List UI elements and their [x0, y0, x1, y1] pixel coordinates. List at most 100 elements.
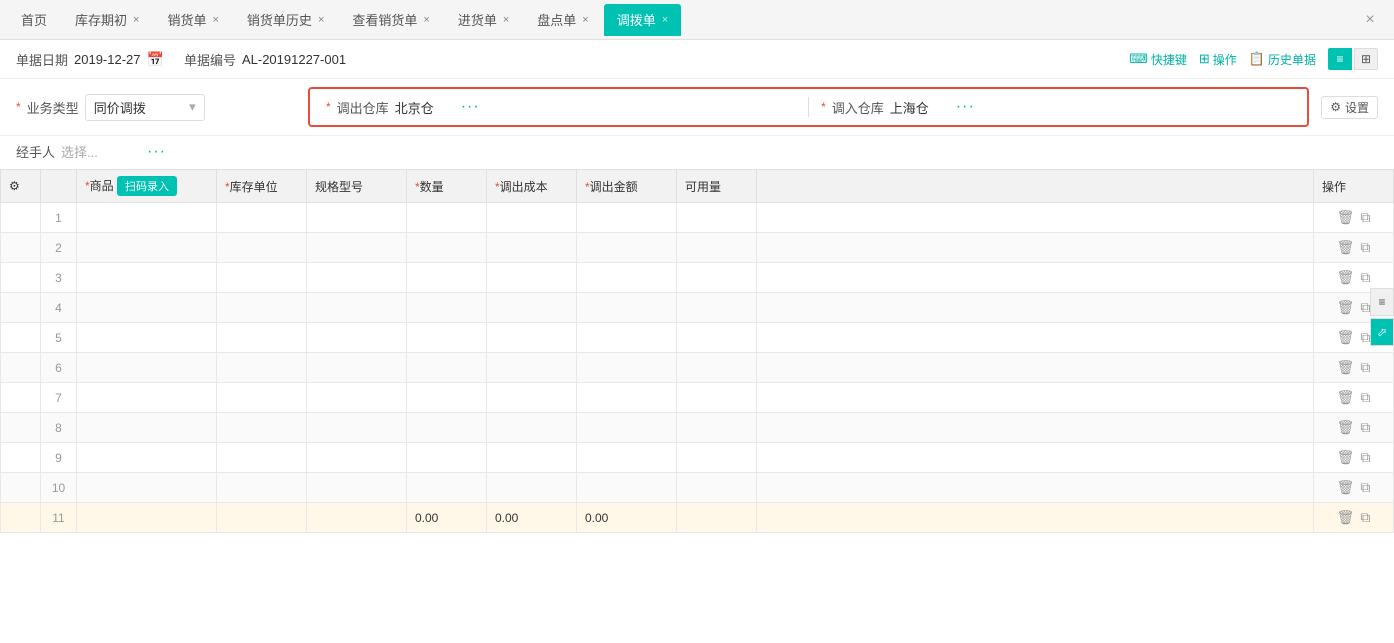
row-unit-8[interactable]	[217, 413, 307, 443]
copy-icon-2[interactable]: ⧉	[1360, 239, 1370, 256]
row-cost-8[interactable]	[487, 413, 577, 443]
tab-sales-order-close[interactable]: ×	[212, 14, 218, 26]
row-amount-5[interactable]	[577, 323, 677, 353]
row-goods-6[interactable]	[77, 353, 217, 383]
tab-purchase-order[interactable]: 进货单 ×	[445, 4, 522, 36]
row-unit-9[interactable]	[217, 443, 307, 473]
delete-icon-4[interactable]: 🗑	[1337, 299, 1355, 316]
row-amount-1[interactable]	[577, 203, 677, 233]
row-qty-6[interactable]	[407, 353, 487, 383]
row-unit-2[interactable]	[217, 233, 307, 263]
row-cost-2[interactable]	[487, 233, 577, 263]
col-header-gear[interactable]: ⚙	[1, 170, 41, 203]
copy-icon-8[interactable]: ⧉	[1360, 419, 1370, 436]
gear-icon[interactable]: ⚙	[9, 179, 20, 193]
row-goods-3[interactable]	[77, 263, 217, 293]
shortcut-key-button[interactable]: ⌨ 快捷键	[1129, 51, 1187, 68]
row-spec-10[interactable]	[307, 473, 407, 503]
row-unit-5[interactable]	[217, 323, 307, 353]
row-cost-3[interactable]	[487, 263, 577, 293]
row-goods-4[interactable]	[77, 293, 217, 323]
copy-icon-5[interactable]: ⧉	[1360, 329, 1370, 346]
delete-icon-3[interactable]: 🗑	[1337, 269, 1355, 286]
copy-icon-1[interactable]: ⧉	[1360, 209, 1370, 226]
row-spec-11[interactable]	[307, 503, 407, 533]
tab-inventory-init[interactable]: 库存期初 ×	[62, 4, 152, 36]
tab-home[interactable]: 首页	[8, 4, 60, 36]
delete-icon-9[interactable]: 🗑	[1337, 449, 1355, 466]
row-cost-5[interactable]	[487, 323, 577, 353]
delete-icon-11[interactable]: 🗑	[1337, 509, 1355, 526]
row-amount-8[interactable]	[577, 413, 677, 443]
tab-transfer-order[interactable]: 调拨单 ×	[604, 4, 681, 36]
row-goods-7[interactable]	[77, 383, 217, 413]
row-cost-6[interactable]	[487, 353, 577, 383]
row-qty-3[interactable]	[407, 263, 487, 293]
row-spec-7[interactable]	[307, 383, 407, 413]
row-cost-7[interactable]	[487, 383, 577, 413]
delete-icon-2[interactable]: 🗑	[1337, 239, 1355, 256]
row-spec-1[interactable]	[307, 203, 407, 233]
row-goods-11[interactable]	[77, 503, 217, 533]
row-unit-3[interactable]	[217, 263, 307, 293]
row-unit-7[interactable]	[217, 383, 307, 413]
row-gear-1[interactable]	[1, 203, 41, 233]
row-qty-10[interactable]	[407, 473, 487, 503]
row-amount-10[interactable]	[577, 473, 677, 503]
row-amount-7[interactable]	[577, 383, 677, 413]
row-spec-3[interactable]	[307, 263, 407, 293]
delete-icon-1[interactable]: 🗑	[1337, 209, 1355, 226]
copy-icon-11[interactable]: ⧉	[1360, 509, 1370, 526]
row-unit-4[interactable]	[217, 293, 307, 323]
row-gear-6[interactable]	[1, 353, 41, 383]
row-unit-11[interactable]	[217, 503, 307, 533]
row-goods-5[interactable]	[77, 323, 217, 353]
copy-icon-9[interactable]: ⧉	[1360, 449, 1370, 466]
row-spec-4[interactable]	[307, 293, 407, 323]
row-amount-4[interactable]	[577, 293, 677, 323]
tab-sales-history-close[interactable]: ×	[318, 14, 324, 26]
row-spec-5[interactable]	[307, 323, 407, 353]
copy-icon-3[interactable]: ⧉	[1360, 269, 1370, 286]
settings-button[interactable]: ⚙ 设置	[1321, 96, 1378, 119]
row-qty-2[interactable]	[407, 233, 487, 263]
row-goods-2[interactable]	[77, 233, 217, 263]
row-cost-1[interactable]	[487, 203, 577, 233]
row-unit-6[interactable]	[217, 353, 307, 383]
operation-button[interactable]: ⊞ 操作	[1199, 51, 1237, 68]
delete-icon-10[interactable]: 🗑	[1337, 479, 1355, 496]
delete-icon-5[interactable]: 🗑	[1337, 329, 1355, 346]
row-gear-3[interactable]	[1, 263, 41, 293]
row-goods-1[interactable]	[77, 203, 217, 233]
row-amount-3[interactable]	[577, 263, 677, 293]
transfer-out-value[interactable]: 北京仓	[395, 98, 455, 117]
delete-icon-6[interactable]: 🗑	[1337, 359, 1355, 376]
row-qty-8[interactable]	[407, 413, 487, 443]
row-goods-9[interactable]	[77, 443, 217, 473]
row-gear-11[interactable]	[1, 503, 41, 533]
row-spec-9[interactable]	[307, 443, 407, 473]
handler-value[interactable]: 选择...	[61, 142, 141, 161]
business-type-select[interactable]: 同价调拨 ▾	[85, 94, 205, 121]
transfer-out-more-icon[interactable]: ···	[461, 98, 480, 116]
row-gear-10[interactable]	[1, 473, 41, 503]
copy-icon-10[interactable]: ⧉	[1360, 479, 1370, 496]
row-cost-4[interactable]	[487, 293, 577, 323]
float-expand-button[interactable]: ⬀	[1370, 318, 1394, 346]
view-grid-icon[interactable]: ⊞	[1354, 48, 1378, 70]
copy-icon-4[interactable]: ⧉	[1360, 299, 1370, 316]
transfer-in-value[interactable]: 上海仓	[890, 98, 950, 117]
row-amount-9[interactable]	[577, 443, 677, 473]
tab-inventory-init-close[interactable]: ×	[133, 14, 139, 26]
row-spec-8[interactable]	[307, 413, 407, 443]
delete-icon-7[interactable]: 🗑	[1337, 389, 1355, 406]
tab-sales-history[interactable]: 销货单历史 ×	[234, 4, 337, 36]
row-gear-5[interactable]	[1, 323, 41, 353]
row-gear-9[interactable]	[1, 443, 41, 473]
scan-entry-button[interactable]: 扫码录入	[117, 176, 177, 196]
row-spec-2[interactable]	[307, 233, 407, 263]
calendar-icon[interactable]: 📅	[147, 51, 164, 68]
history-button[interactable]: 📋 历史单据	[1249, 51, 1316, 68]
row-gear-8[interactable]	[1, 413, 41, 443]
row-qty-9[interactable]	[407, 443, 487, 473]
